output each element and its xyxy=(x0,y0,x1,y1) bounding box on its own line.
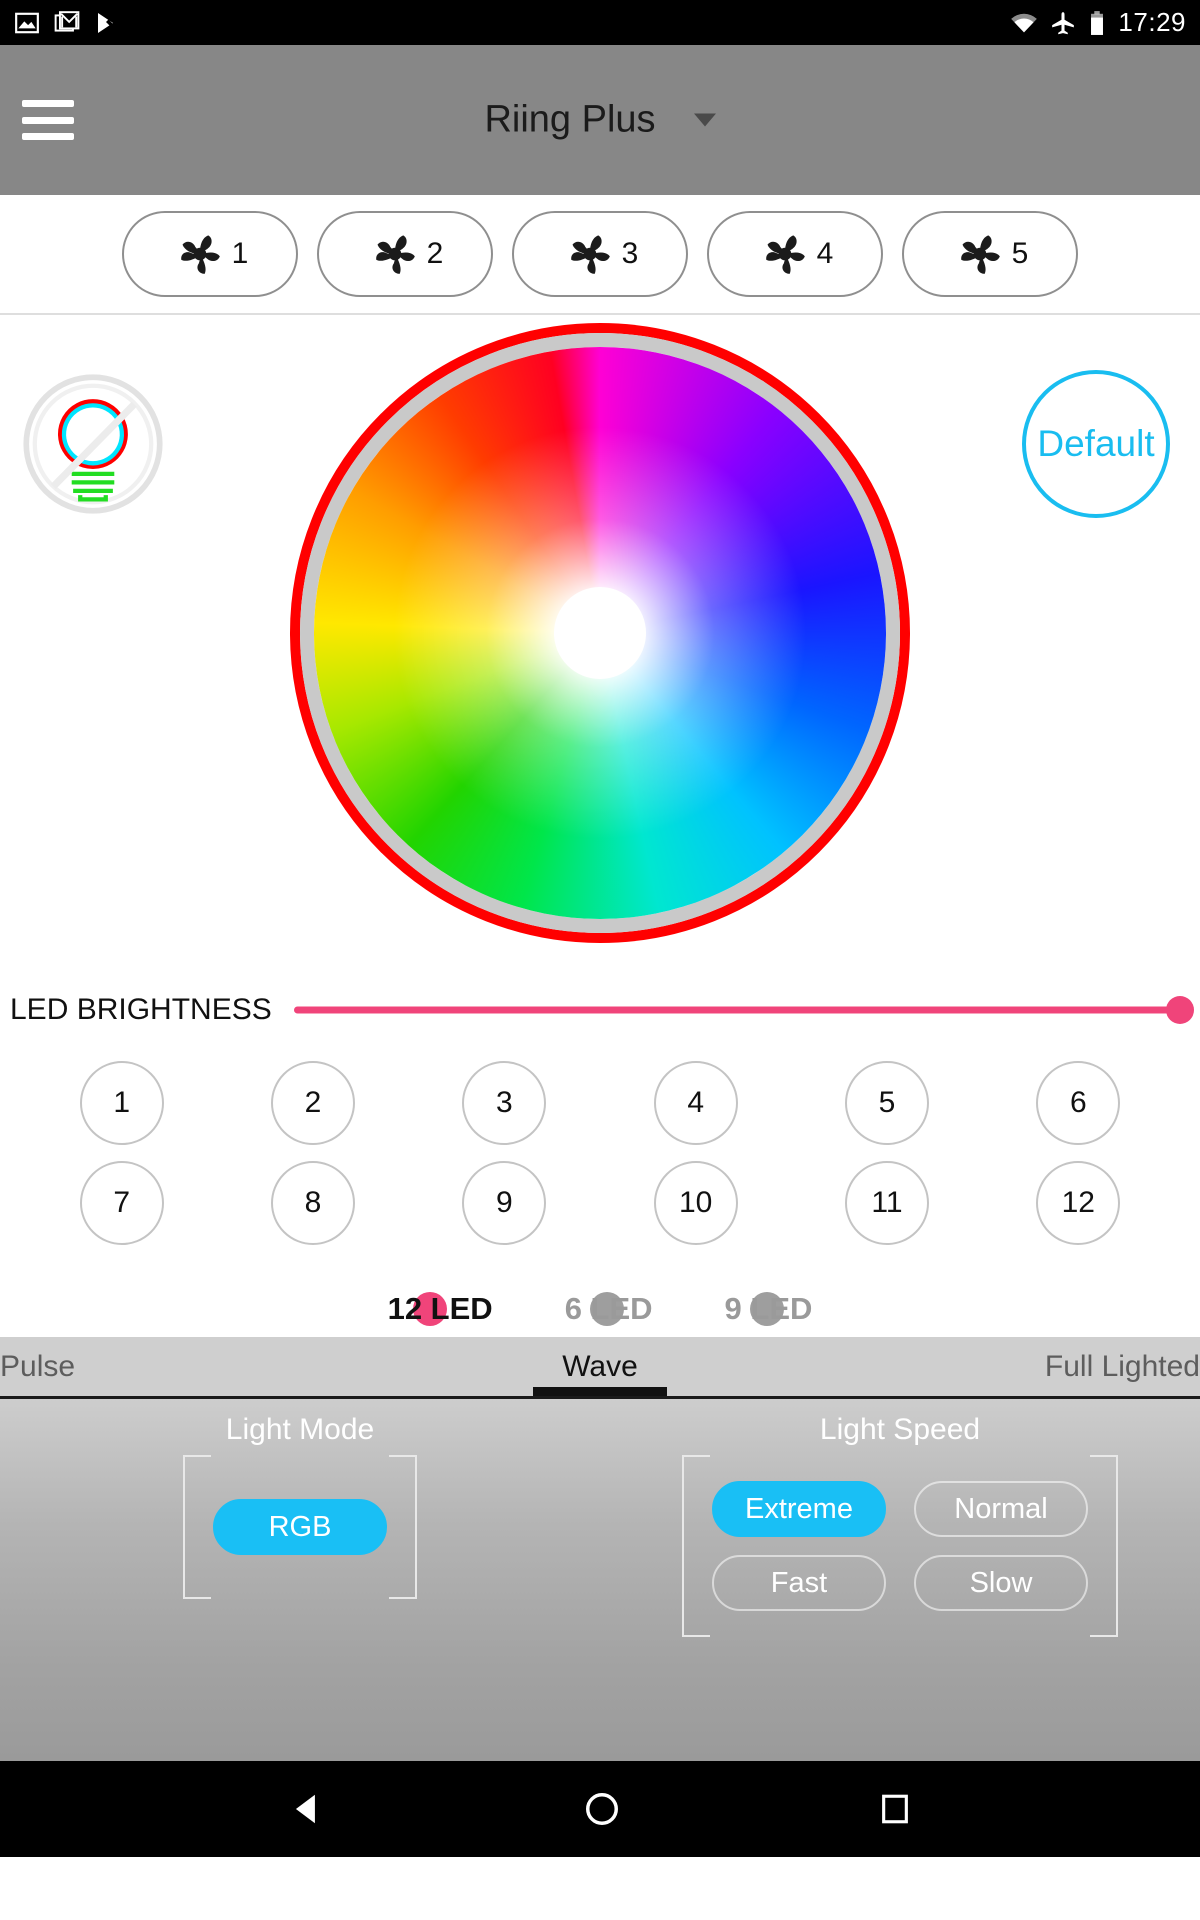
light-speed-section: Light Speed Extreme Normal Fast Slow xyxy=(600,1399,1200,1761)
fan-chip-label: 3 xyxy=(621,237,639,270)
play-store-icon xyxy=(98,12,114,33)
app-root: 17:29 Riing Plus 1 2 3 4 5 Default LED B… xyxy=(0,0,1200,1920)
airplane-mode-icon xyxy=(1052,11,1075,34)
light-speed-options: Extreme Normal Fast Slow xyxy=(712,1481,1088,1611)
android-status-bar: 17:29 xyxy=(0,0,1200,45)
fan-chip-3[interactable]: 3 xyxy=(512,211,688,297)
fan-chip-5[interactable]: 5 xyxy=(902,211,1078,297)
fan-chip-label: 5 xyxy=(1011,237,1029,270)
fan-icon xyxy=(960,235,1000,274)
app-header: Riing Plus xyxy=(0,45,1200,195)
led-circle-5[interactable]: 5 xyxy=(844,1061,929,1145)
photo-icon xyxy=(15,12,39,33)
fan-chip-label: 4 xyxy=(816,237,834,270)
status-bar-system-icons: 17:29 xyxy=(1010,7,1186,38)
fan-selector-bar: 1 2 3 4 5 xyxy=(0,195,1200,315)
led-circle-6[interactable]: 6 xyxy=(1036,1061,1121,1145)
light-mode-frame: RGB xyxy=(183,1455,417,1599)
led-circle-3[interactable]: 3 xyxy=(462,1061,547,1145)
fan-icon xyxy=(180,235,220,274)
led-count-9[interactable]: 9 LED xyxy=(724,1291,813,1327)
app-title-group: Riing Plus xyxy=(0,99,1200,142)
led-brightness-slider[interactable] xyxy=(293,990,1194,1030)
color-wheel-center xyxy=(554,587,646,679)
light-speed-extreme-button[interactable]: Extreme xyxy=(712,1481,886,1537)
led-circle-9[interactable]: 9 xyxy=(462,1161,547,1245)
light-mode-rgb-button[interactable]: RGB xyxy=(213,1499,387,1555)
led-circle-7[interactable]: 7 xyxy=(79,1161,164,1245)
led-circle-1[interactable]: 1 xyxy=(79,1061,164,1145)
default-button-label: Default xyxy=(1037,423,1155,464)
color-wheel[interactable] xyxy=(290,323,910,943)
led-circle-10[interactable]: 10 xyxy=(653,1161,738,1245)
led-count-label: 12 LED xyxy=(387,1291,493,1326)
led-brightness-label: LED BRIGHTNESS xyxy=(10,993,272,1026)
led-circle-8[interactable]: 8 xyxy=(270,1161,355,1245)
default-button[interactable]: Default xyxy=(1022,370,1170,518)
battery-icon xyxy=(1091,10,1104,35)
light-speed-frame: Extreme Normal Fast Slow xyxy=(682,1455,1118,1637)
recents-square-icon[interactable] xyxy=(878,1792,912,1826)
slider-track xyxy=(293,1006,1180,1014)
settings-panel: Light Mode RGB Light Speed Extreme Norma… xyxy=(0,1399,1200,1761)
status-bar-clock: 17:29 xyxy=(1118,7,1186,37)
fan-icon xyxy=(375,235,415,274)
light-speed-fast-button[interactable]: Fast xyxy=(712,1555,886,1611)
fan-chip-2[interactable]: 2 xyxy=(317,211,493,297)
fan-chip-label: 2 xyxy=(426,237,444,270)
fan-icon xyxy=(570,235,610,274)
wifi-icon xyxy=(1011,13,1038,32)
status-bar-notification-icons xyxy=(14,10,118,36)
light-mode-title: Light Mode xyxy=(225,1413,375,1446)
slider-thumb[interactable] xyxy=(1166,996,1194,1024)
led-count-selector: 12 LED 6 LED 9 LED xyxy=(0,1245,1200,1337)
light-bulb-off-icon[interactable] xyxy=(22,373,164,515)
gmail-icon xyxy=(54,10,80,32)
tab-full-lighted[interactable]: Full Lighted xyxy=(800,1337,1200,1396)
led-count-6[interactable]: 6 LED xyxy=(565,1291,653,1327)
fan-chip-4[interactable]: 4 xyxy=(707,211,883,297)
led-brightness-row: LED BRIGHTNESS xyxy=(0,975,1200,1045)
fan-icon xyxy=(765,235,805,274)
led-number-grid: 1 2 3 4 5 6 7 8 9 10 11 12 xyxy=(0,1045,1200,1245)
led-count-label: 6 LED xyxy=(564,1291,653,1326)
tab-pulse[interactable]: Pulse xyxy=(0,1337,400,1396)
fan-chip-label: 1 xyxy=(231,237,249,270)
light-speed-title: Light Speed xyxy=(819,1413,981,1446)
home-circle-icon[interactable] xyxy=(583,1790,621,1828)
led-circle-12[interactable]: 12 xyxy=(1036,1161,1121,1245)
caret-down-icon[interactable] xyxy=(693,113,716,127)
tab-wave[interactable]: Wave xyxy=(400,1337,800,1396)
fan-chip-1[interactable]: 1 xyxy=(122,211,298,297)
light-mode-options: RGB xyxy=(213,1499,387,1555)
light-mode-section: Light Mode RGB xyxy=(0,1399,600,1761)
led-count-12[interactable]: 12 LED xyxy=(388,1291,493,1327)
effect-tab-bar: Pulse Wave Full Lighted xyxy=(0,1337,1200,1399)
hamburger-menu-icon[interactable] xyxy=(22,100,74,140)
led-count-label: 9 LED xyxy=(724,1291,813,1326)
back-triangle-icon[interactable] xyxy=(288,1790,326,1828)
light-speed-normal-button[interactable]: Normal xyxy=(914,1481,1088,1537)
light-speed-slow-button[interactable]: Slow xyxy=(914,1555,1088,1611)
color-picker-area: Default xyxy=(0,315,1200,975)
led-circle-11[interactable]: 11 xyxy=(844,1161,929,1245)
page-title: Riing Plus xyxy=(484,98,656,141)
led-circle-4[interactable]: 4 xyxy=(653,1061,738,1145)
led-circle-2[interactable]: 2 xyxy=(270,1061,355,1145)
android-navigation-bar xyxy=(0,1761,1200,1857)
